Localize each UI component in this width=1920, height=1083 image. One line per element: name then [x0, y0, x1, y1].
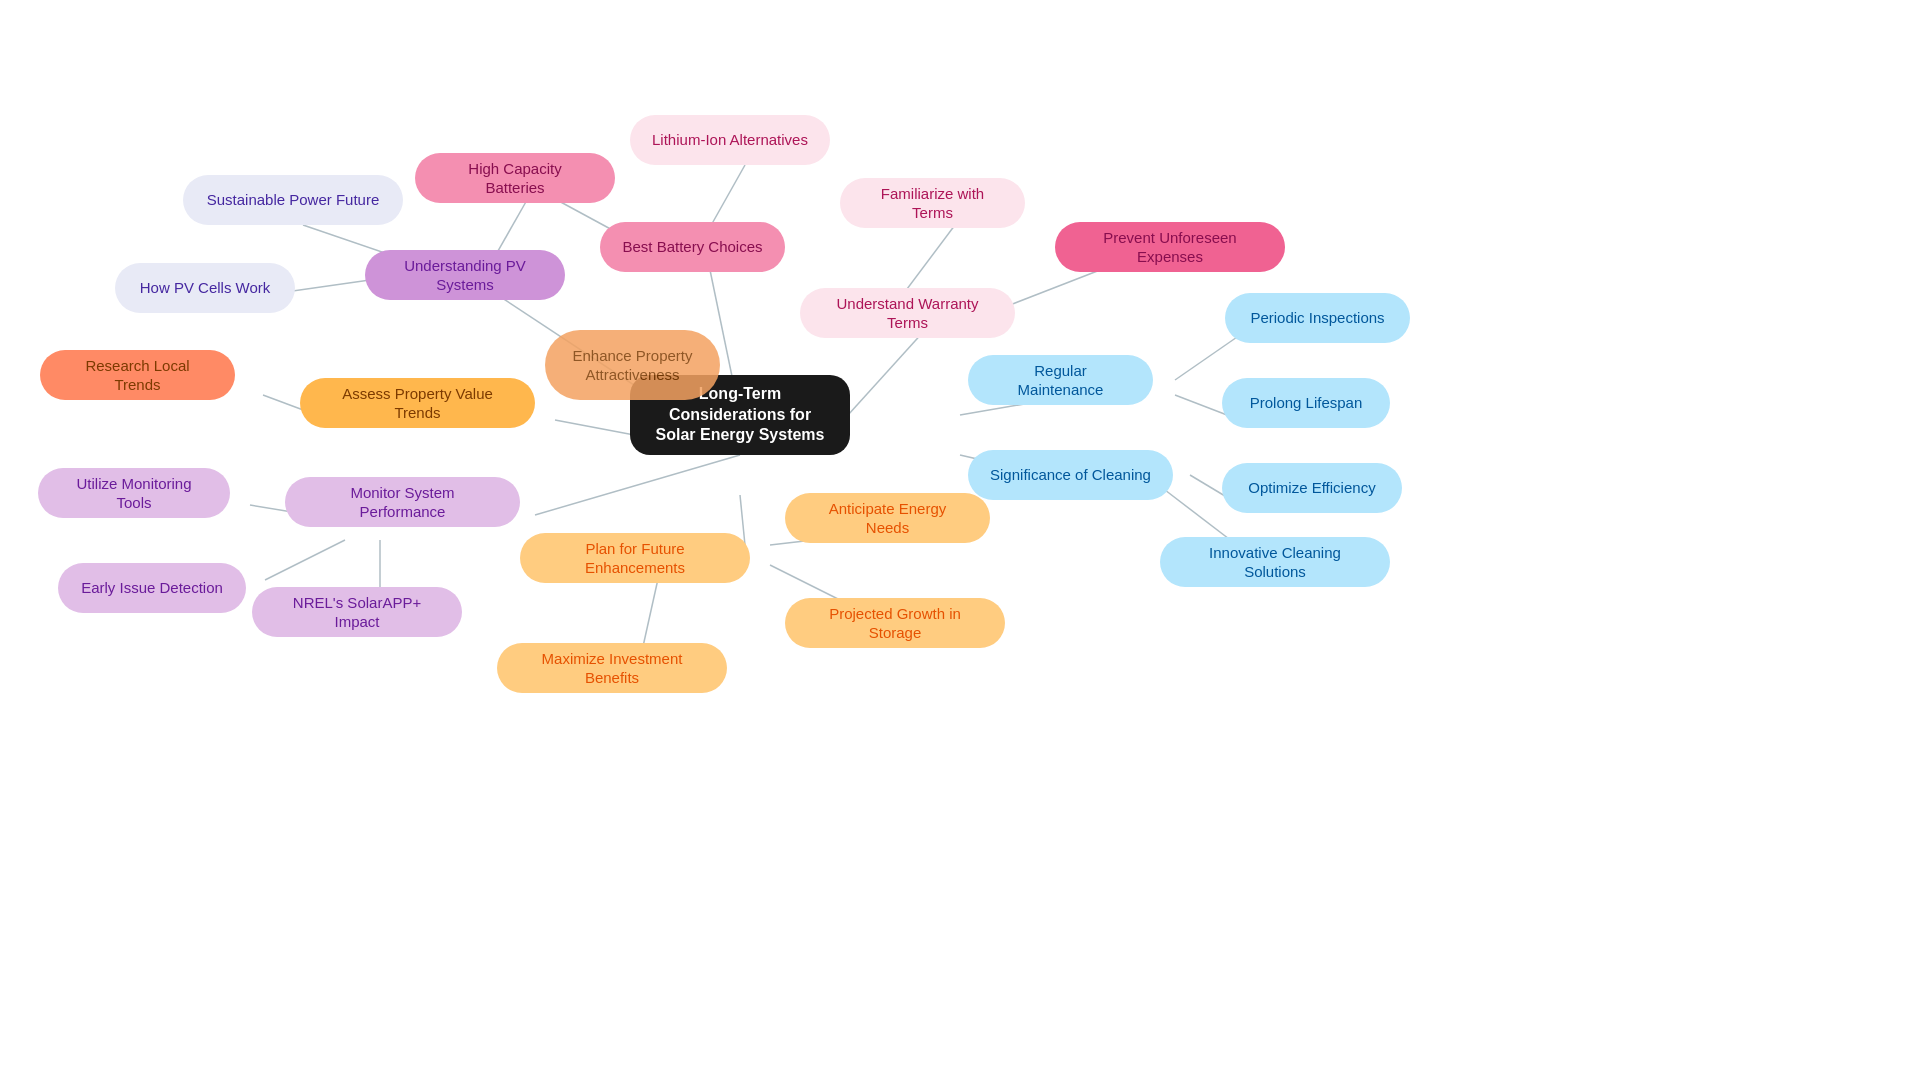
node-significance-cleaning[interactable]: Significance of Cleaning: [968, 450, 1173, 500]
node-projected-growth[interactable]: Projected Growth in Storage: [785, 598, 1005, 648]
node-nrel-solarapp[interactable]: NREL's SolarAPP+ Impact: [252, 587, 462, 637]
node-innovative-cleaning[interactable]: Innovative Cleaning Solutions: [1160, 537, 1390, 587]
node-familiarize[interactable]: Familiarize with Terms: [840, 178, 1025, 228]
svg-line-19: [535, 455, 740, 515]
node-maximize-investment[interactable]: Maximize Investment Benefits: [497, 643, 727, 693]
node-utilize-monitoring[interactable]: Utilize Monitoring Tools: [38, 468, 230, 518]
node-lithium-ion[interactable]: Lithium-Ion Alternatives: [630, 115, 830, 165]
svg-line-7: [848, 330, 925, 415]
node-early-issue[interactable]: Early Issue Detection: [58, 563, 246, 613]
node-research-local[interactable]: Research Local Trends: [40, 350, 235, 400]
node-monitor-system[interactable]: Monitor System Performance: [285, 477, 520, 527]
node-how-pv-cells[interactable]: How PV Cells Work: [115, 263, 295, 313]
svg-line-9: [1010, 270, 1100, 305]
node-assess-property[interactable]: Assess Property Value Trends: [300, 378, 535, 428]
svg-line-14: [1175, 335, 1240, 380]
svg-line-21: [265, 540, 345, 580]
node-anticipate-energy[interactable]: Anticipate Energy Needs: [785, 493, 990, 543]
node-understanding-pv[interactable]: Understanding PV Systems: [365, 250, 565, 300]
svg-line-23: [740, 495, 745, 545]
node-prevent-unforeseen[interactable]: Prevent Unforeseen Expenses: [1055, 222, 1285, 272]
node-periodic-inspections[interactable]: Periodic Inspections: [1225, 293, 1410, 343]
node-enhance-property[interactable]: Enhance Property Attractiveness: [545, 330, 720, 400]
node-plan-future[interactable]: Plan for Future Enhancements: [520, 533, 750, 583]
node-sustainable-power[interactable]: Sustainable Power Future: [183, 175, 403, 225]
node-best-battery[interactable]: Best Battery Choices: [600, 222, 785, 272]
node-prolong-lifespan[interactable]: Prolong Lifespan: [1222, 378, 1390, 428]
node-understand-warranty[interactable]: Understand Warranty Terms: [800, 288, 1015, 338]
node-high-capacity[interactable]: High Capacity Batteries: [415, 153, 615, 203]
node-regular-maintenance[interactable]: Regular Maintenance: [968, 355, 1153, 405]
node-optimize-efficiency[interactable]: Optimize Efficiency: [1222, 463, 1402, 513]
